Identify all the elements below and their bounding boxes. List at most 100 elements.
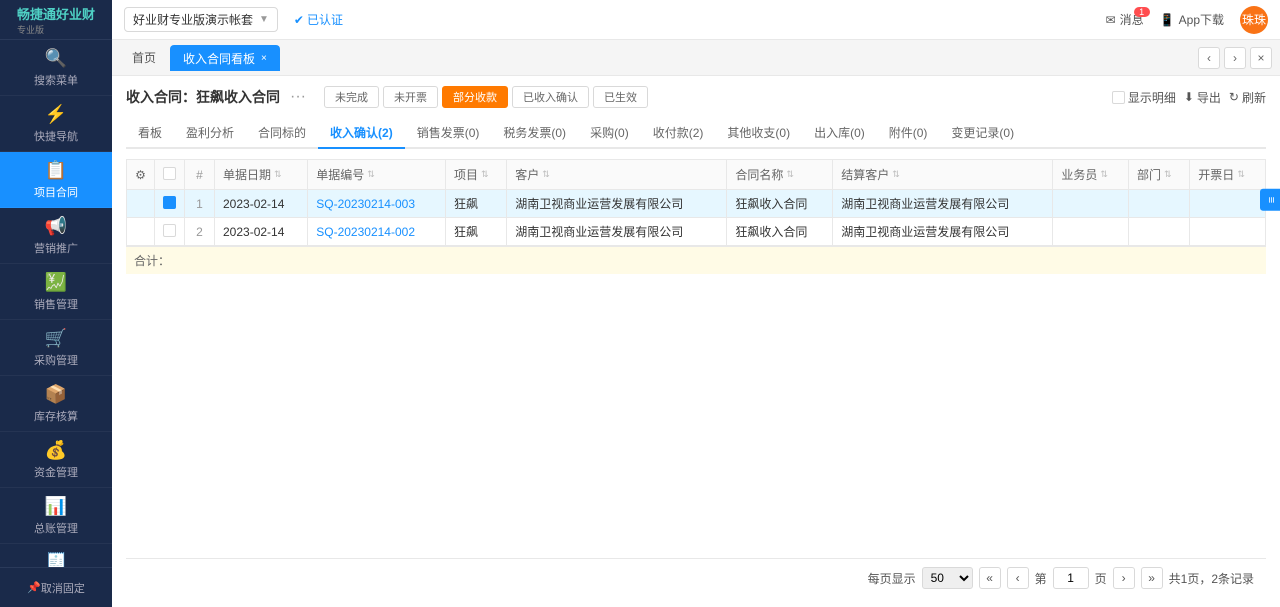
sidebar-item-3[interactable]: 📢营销推广 — [0, 208, 112, 264]
prev-page-btn[interactable]: ‹ — [1007, 567, 1029, 589]
invoicedate-sort[interactable]: 开票日⇅ — [1198, 166, 1257, 183]
sidebar-item-4[interactable]: 💹销售管理 — [0, 264, 112, 320]
message-action[interactable]: ✉ 1 消息 — [1106, 11, 1144, 28]
sidebar-icon-2: 📋 — [45, 160, 67, 181]
tabbar: 首页 收入合同看板 × ‹ › × — [112, 40, 1280, 76]
user-avatar-action[interactable]: 珠珠 — [1240, 6, 1268, 34]
select-all-checkbox[interactable] — [163, 167, 176, 180]
sub-tab-5[interactable]: 税务发票(0) — [491, 118, 578, 149]
sub-tab-8[interactable]: 其他收支(0) — [715, 118, 802, 149]
tab-prev-btn[interactable]: ‹ — [1198, 47, 1220, 69]
show-detail-check[interactable] — [1112, 91, 1125, 104]
col-billing-customer-header: 结算客户⇅ — [833, 160, 1053, 190]
table-row-1[interactable]: 2 2023-02-14 SQ-20230214-002 狂飙 湖南卫视商业运营… — [127, 218, 1266, 246]
department-sort-icon: ⇅ — [1164, 169, 1172, 180]
col-gear-header: ⚙ — [127, 160, 155, 190]
verified-badge: ✔ 已认证 — [294, 11, 343, 28]
total-info: 共1页，2条记录 — [1169, 570, 1254, 587]
status-btn-1[interactable]: 未开票 — [383, 86, 438, 108]
sidebar-item-6[interactable]: 📦库存核算 — [0, 376, 112, 432]
sub-tab-4[interactable]: 销售发票(0) — [405, 118, 492, 149]
sidebar-bottom-pin[interactable]: 📌 取消固定 — [0, 567, 112, 607]
sub-tab-11[interactable]: 变更记录(0) — [939, 118, 1026, 149]
company-selector[interactable]: 好业财专业版演示帐套 ▼ — [124, 7, 278, 32]
topbar: 好业财专业版演示帐套 ▼ ✔ 已认证 ✉ 1 消息 📱 App下载 珠珠 — [112, 0, 1280, 40]
export-btn[interactable]: ⬇ 导出 — [1184, 89, 1221, 106]
logo-text: 畅捷通好业财 — [17, 4, 95, 23]
row-salesperson-0 — [1053, 190, 1129, 218]
page-jump-label: 第 — [1035, 570, 1047, 587]
row-customer-1: 湖南卫视商业运营发展有限公司 — [507, 218, 727, 246]
refresh-btn[interactable]: ↻ 刷新 — [1229, 89, 1266, 106]
right-panel-btn[interactable]: ≡ — [1260, 189, 1280, 211]
page-size-select[interactable]: 50 20 100 — [922, 567, 973, 589]
app-download-action[interactable]: 📱 App下载 — [1160, 11, 1224, 28]
status-btn-4[interactable]: 已生效 — [593, 86, 648, 108]
row-checkbox-0[interactable] — [155, 190, 185, 218]
table-row-0[interactable]: 1 2023-02-14 SQ-20230214-003 狂飙 湖南卫视商业运营… — [127, 190, 1266, 218]
order-link-1[interactable]: SQ-20230214-002 — [316, 225, 415, 239]
status-btn-2[interactable]: 部分收款 — [442, 86, 508, 108]
home-tab[interactable]: 首页 — [120, 45, 168, 70]
col-department-header: 部门⇅ — [1128, 160, 1189, 190]
sub-tab-1[interactable]: 盈利分析 — [174, 118, 246, 149]
data-table: ⚙ # 单据日期⇅ 单据编号⇅ 项目⇅ — [126, 159, 1266, 246]
sidebar-item-1[interactable]: ⚡快捷导航 — [0, 96, 112, 152]
gear-icon[interactable]: ⚙ — [135, 168, 146, 182]
row-orderno-1[interactable]: SQ-20230214-002 — [308, 218, 446, 246]
contract-sort-icon: ⇅ — [786, 169, 794, 180]
sub-tab-6[interactable]: 采购(0) — [578, 118, 641, 149]
status-buttons: 未完成未开票部分收款已收入确认已生效 — [324, 86, 648, 108]
project-sort[interactable]: 项目⇅ — [454, 166, 498, 183]
logo-sub: 专业版 — [17, 23, 95, 36]
check-icon: ✔ — [294, 13, 304, 27]
more-icon[interactable]: ··· — [290, 88, 306, 106]
page-title: 收入合同：狂飙收入合同 — [126, 87, 280, 107]
footer-total-label: 合计： — [134, 254, 170, 268]
sidebar-item-9[interactable]: 🧾发票管理 — [0, 544, 112, 567]
tab-next-btn[interactable]: › — [1224, 47, 1246, 69]
status-btn-0[interactable]: 未完成 — [324, 86, 379, 108]
sub-tab-0[interactable]: 看板 — [126, 118, 174, 149]
sidebar-item-5[interactable]: 🛒采购管理 — [0, 320, 112, 376]
tab-close-btn[interactable]: × — [1250, 47, 1272, 69]
row-invoicedate-0 — [1190, 190, 1266, 218]
sidebar-label-4: 销售管理 — [34, 296, 78, 312]
first-page-btn[interactable]: « — [979, 567, 1001, 589]
sidebar-item-7[interactable]: 💰资金管理 — [0, 432, 112, 488]
tab-close-icon[interactable]: × — [261, 53, 267, 64]
sidebar-item-2[interactable]: 📋项目合同 — [0, 152, 112, 208]
row-gear-1 — [127, 218, 155, 246]
sidebar-item-8[interactable]: 📊总账管理 — [0, 488, 112, 544]
invoicedate-sort-icon: ⇅ — [1237, 169, 1245, 180]
sub-tab-10[interactable]: 附件(0) — [877, 118, 940, 149]
next-page-btn[interactable]: › — [1113, 567, 1135, 589]
contract-sort[interactable]: 合同名称⇅ — [735, 166, 824, 183]
order-link-0[interactable]: SQ-20230214-003 — [316, 197, 415, 211]
status-btn-3[interactable]: 已收入确认 — [512, 86, 589, 108]
main-area: 好业财专业版演示帐套 ▼ ✔ 已认证 ✉ 1 消息 📱 App下载 珠珠 — [112, 0, 1280, 607]
message-icon: ✉ — [1106, 13, 1116, 27]
refresh-label: 刷新 — [1242, 89, 1266, 106]
sub-tab-2[interactable]: 合同标的 — [246, 118, 318, 149]
sidebar-scroll: 🔍搜索菜单⚡快捷导航📋项目合同📢营销推广💹销售管理🛒采购管理📦库存核算💰资金管理… — [0, 40, 112, 567]
date-sort[interactable]: 单据日期⇅ — [223, 166, 299, 183]
sub-tab-7[interactable]: 收付款(2) — [641, 118, 716, 149]
orderno-sort-label: 单据编号 — [316, 166, 364, 183]
last-page-btn[interactable]: » — [1141, 567, 1163, 589]
row-orderno-0[interactable]: SQ-20230214-003 — [308, 190, 446, 218]
show-detail-checkbox[interactable]: 显示明细 — [1112, 89, 1176, 106]
salesperson-sort[interactable]: 业务员⇅ — [1061, 166, 1120, 183]
page-number-input[interactable] — [1053, 567, 1089, 589]
department-sort[interactable]: 部门⇅ — [1137, 166, 1181, 183]
row-checkbox-1[interactable] — [155, 218, 185, 246]
sub-tab-9[interactable]: 出入库(0) — [802, 118, 877, 149]
orderno-sort[interactable]: 单据编号⇅ — [316, 166, 437, 183]
table-container[interactable]: ⚙ # 单据日期⇅ 单据编号⇅ 项目⇅ — [126, 159, 1266, 558]
customer-sort[interactable]: 客户⇅ — [515, 166, 718, 183]
active-tab[interactable]: 收入合同看板 × — [170, 45, 280, 71]
billing-sort[interactable]: 结算客户⇅ — [841, 166, 1044, 183]
sidebar-item-0[interactable]: 🔍搜索菜单 — [0, 40, 112, 96]
col-salesperson-header: 业务员⇅ — [1053, 160, 1129, 190]
sub-tab-3[interactable]: 收入确认(2) — [318, 118, 405, 149]
